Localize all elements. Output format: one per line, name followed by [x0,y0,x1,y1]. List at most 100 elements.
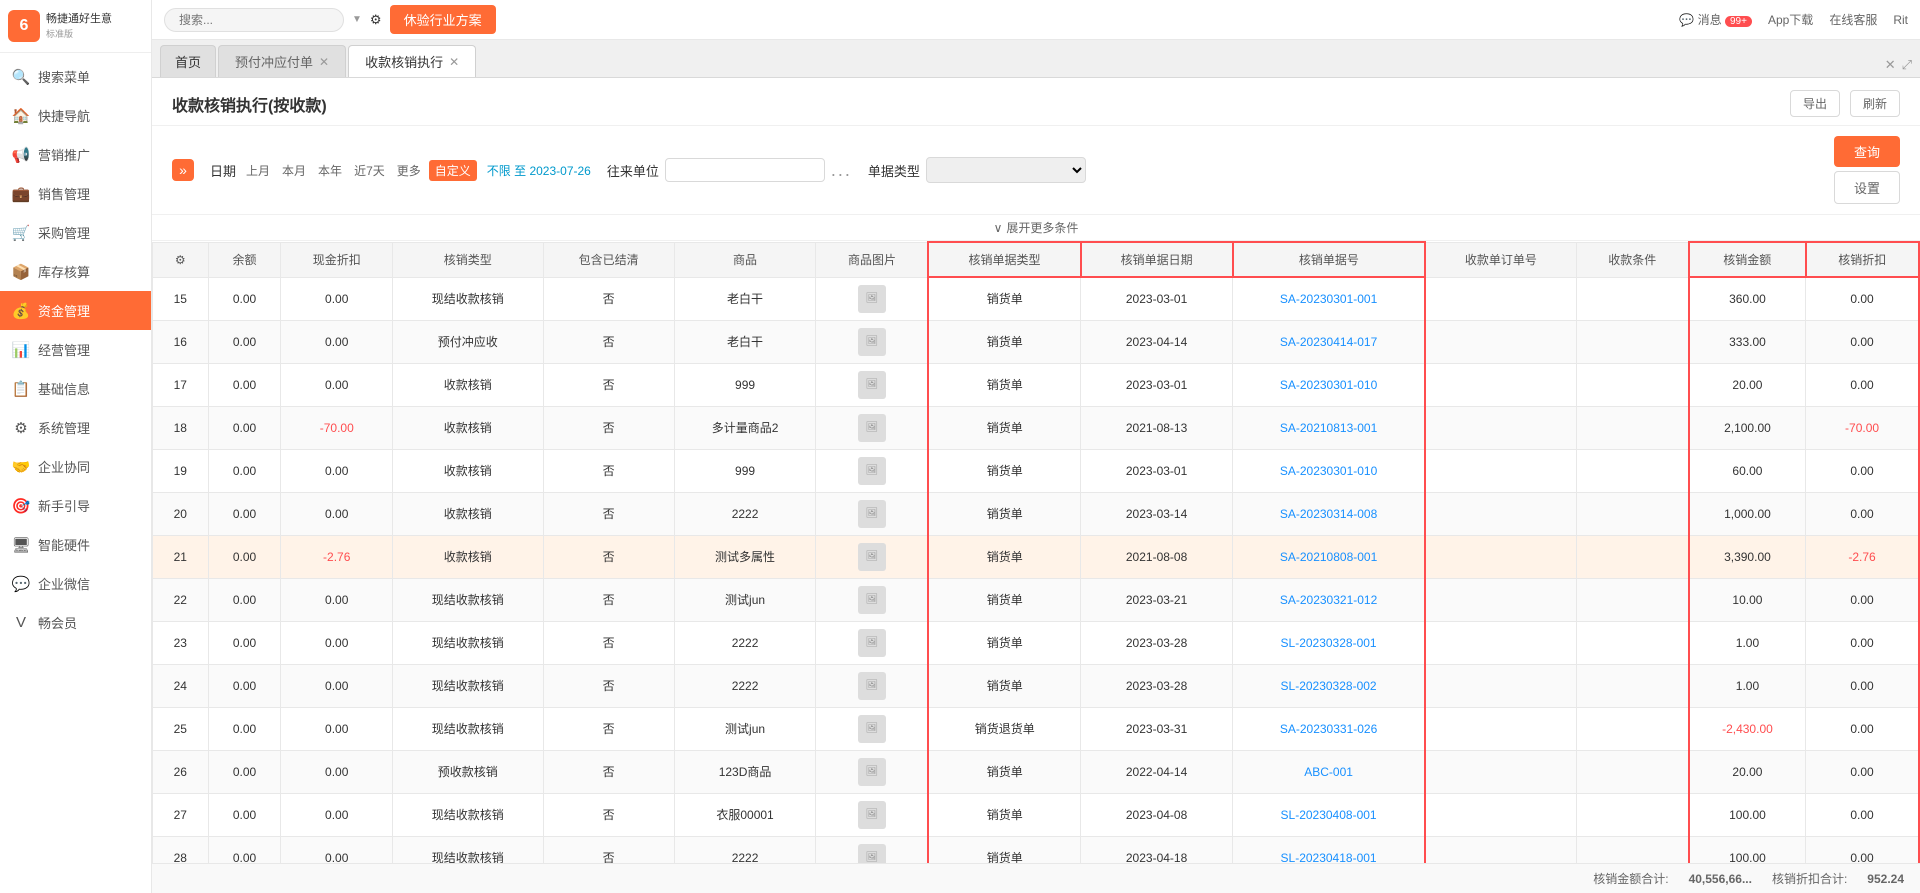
sidebar-item-inventory[interactable]: 📦库存核算 [0,252,151,291]
td-include-settled: 否 [543,535,674,578]
window-expand-icon[interactable]: ⤢ [1902,57,1912,73]
date-last-month[interactable]: 上月 [242,160,274,181]
bill-type-select[interactable] [926,157,1086,183]
setting-button[interactable]: 设置 [1834,171,1900,204]
td-product-image: 🖼 [816,406,928,449]
sidebar-item-sales[interactable]: 💼销售管理 [0,174,151,213]
sidebar-item-member[interactable]: V畅会员 [0,603,151,642]
tab-prepay-close-icon[interactable]: ✕ [319,55,329,69]
td-receipt-order-no [1425,707,1576,750]
industry-plan-button[interactable]: 休验行业方案 [390,5,496,34]
td-product: 999 [674,363,816,406]
td-writeoff-amount: 10.00 [1689,578,1806,621]
expand-more-bar[interactable]: ∨ 展开更多条件 [152,215,1920,241]
td-writeoff-bill-type: 销货单 [928,320,1080,363]
sidebar-icon-hardware: 🖥 [12,536,30,554]
td-row-num: 22 [153,578,209,621]
sidebar-item-hardware[interactable]: 🖥智能硬件 [0,525,151,564]
td-writeoff-type: 收款核销 [393,492,543,535]
writeoff-bill-no-link[interactable]: SA-20230301-001 [1280,292,1377,306]
writeoff-bill-no-link[interactable]: SA-20230414-017 [1280,335,1377,349]
sidebar-item-operation[interactable]: 📊经营管理 [0,330,151,369]
sidebar-item-guide[interactable]: 🎯新手引导 [0,486,151,525]
td-writeoff-bill-date: 2023-03-21 [1081,578,1233,621]
td-product-image: 🖼 [816,320,928,363]
writeoff-bill-no-link[interactable]: SA-20230314-008 [1280,507,1377,521]
sidebar-item-system[interactable]: ⚙系统管理 [0,408,151,447]
td-cash-discount: 0.00 [281,836,393,863]
date-this-year[interactable]: 本年 [314,160,346,181]
writeoff-bill-no-link[interactable]: SA-20230321-012 [1280,593,1377,607]
search-input[interactable] [164,8,344,32]
td-cash-discount: 0.00 [281,664,393,707]
date-7days[interactable]: 近7天 [350,160,389,181]
td-receipt-order-no [1425,793,1576,836]
writeoff-bill-no-link[interactable]: SA-20210813-001 [1280,421,1377,435]
writeoff-bill-no-link[interactable]: SL-20230328-002 [1281,679,1377,693]
td-writeoff-bill-date: 2023-03-01 [1081,449,1233,492]
sidebar-item-search[interactable]: 🔍搜索菜单 [0,57,151,96]
td-receipt-condition [1576,406,1688,449]
date-custom[interactable]: 自定义 [429,160,477,181]
td-writeoff-bill-no: SA-20230301-001 [1233,277,1425,320]
writeoff-bill-no-link[interactable]: SA-20230301-010 [1280,464,1377,478]
sidebar-item-marketing[interactable]: 📢营销推广 [0,135,151,174]
td-writeoff-discount: 0.00 [1806,449,1919,492]
td-include-settled: 否 [543,406,674,449]
sidebar-label-member: 畅会员 [38,613,77,632]
filter-expand-button[interactable]: » [172,159,194,181]
writeoff-bill-no-link[interactable]: SA-20230331-026 [1280,722,1377,736]
page-title: 收款核销执行(按收款) [172,92,327,116]
writeoff-bill-no-link[interactable]: SL-20230328-001 [1281,636,1377,650]
td-writeoff-bill-no: SL-20230328-001 [1233,621,1425,664]
td-writeoff-amount: 1,000.00 [1689,492,1806,535]
refresh-button[interactable]: 刷新 [1850,90,1900,117]
window-close-icon[interactable]: ✕ [1885,57,1896,73]
sidebar-item-quick-nav[interactable]: 🏠快捷导航 [0,96,151,135]
sidebar-item-finance[interactable]: 💰资金管理 [0,291,151,330]
td-receipt-condition [1576,621,1688,664]
tab-home[interactable]: 首页 [160,45,216,77]
footer-total-amount: 40,556,66... [1689,872,1752,886]
sidebar-item-basic[interactable]: 📋基础信息 [0,369,151,408]
tab-receipt[interactable]: 收款核销执行 ✕ [348,45,476,77]
bill-type-label: 单据类型 [868,161,920,180]
writeoff-bill-no-link[interactable]: ABC-001 [1304,765,1353,779]
user-name[interactable]: Rit [1893,13,1908,27]
td-receipt-condition [1576,664,1688,707]
tab-prepay[interactable]: 预付冲应付单 ✕ [218,45,346,77]
td-writeoff-bill-no: SA-20230314-008 [1233,492,1425,535]
app-edition: 标准版 [46,27,112,40]
writeoff-bill-no-link[interactable]: SA-20230301-010 [1280,378,1377,392]
td-include-settled: 否 [543,449,674,492]
td-receipt-condition [1576,750,1688,793]
query-button[interactable]: 查询 [1834,136,1900,167]
td-product: 测试jun [674,707,816,750]
table-row: 27 0.00 0.00 现结收款核销 否 衣服00001 🖼 销货单 2023… [153,793,1920,836]
writeoff-bill-no-link[interactable]: SA-20210808-001 [1280,550,1377,564]
date-more[interactable]: 更多 [393,160,425,181]
settings-gear-icon[interactable]: ⚙ [370,12,382,28]
notification-area[interactable]: 💬 消息 99+ [1679,11,1752,28]
sidebar-item-wechat[interactable]: 💬企业微信 [0,564,151,603]
sidebar-icon-search: 🔍 [12,68,30,86]
td-writeoff-bill-no: SA-20230331-026 [1233,707,1425,750]
date-this-month[interactable]: 本月 [278,160,310,181]
main-table: ⚙ 余额 现金折扣 核销类型 包含已结清 商品 商品图片 核销单据类型 核销单据… [152,241,1920,863]
writeoff-bill-no-link[interactable]: SL-20230418-001 [1281,851,1377,864]
td-writeoff-amount: 360.00 [1689,277,1806,320]
td-receipt-condition [1576,836,1688,863]
from-unit-input[interactable] [665,158,825,182]
td-receipt-order-no [1425,578,1576,621]
sidebar-item-purchase[interactable]: 🛒采购管理 [0,213,151,252]
app-download-link[interactable]: App下载 [1768,11,1813,28]
td-writeoff-bill-date: 2023-03-31 [1081,707,1233,750]
tab-receipt-close-icon[interactable]: ✕ [449,55,459,69]
th-writeoff-amount: 核销金额 [1689,242,1806,277]
sidebar-item-enterprise[interactable]: 🤝企业协同 [0,447,151,486]
online-service-link[interactable]: 在线客服 [1829,11,1877,28]
sidebar-label-operation: 经营管理 [38,340,90,359]
th-settings[interactable]: ⚙ [153,242,209,277]
writeoff-bill-no-link[interactable]: SL-20230408-001 [1281,808,1377,822]
export-button[interactable]: 导出 [1790,90,1840,117]
